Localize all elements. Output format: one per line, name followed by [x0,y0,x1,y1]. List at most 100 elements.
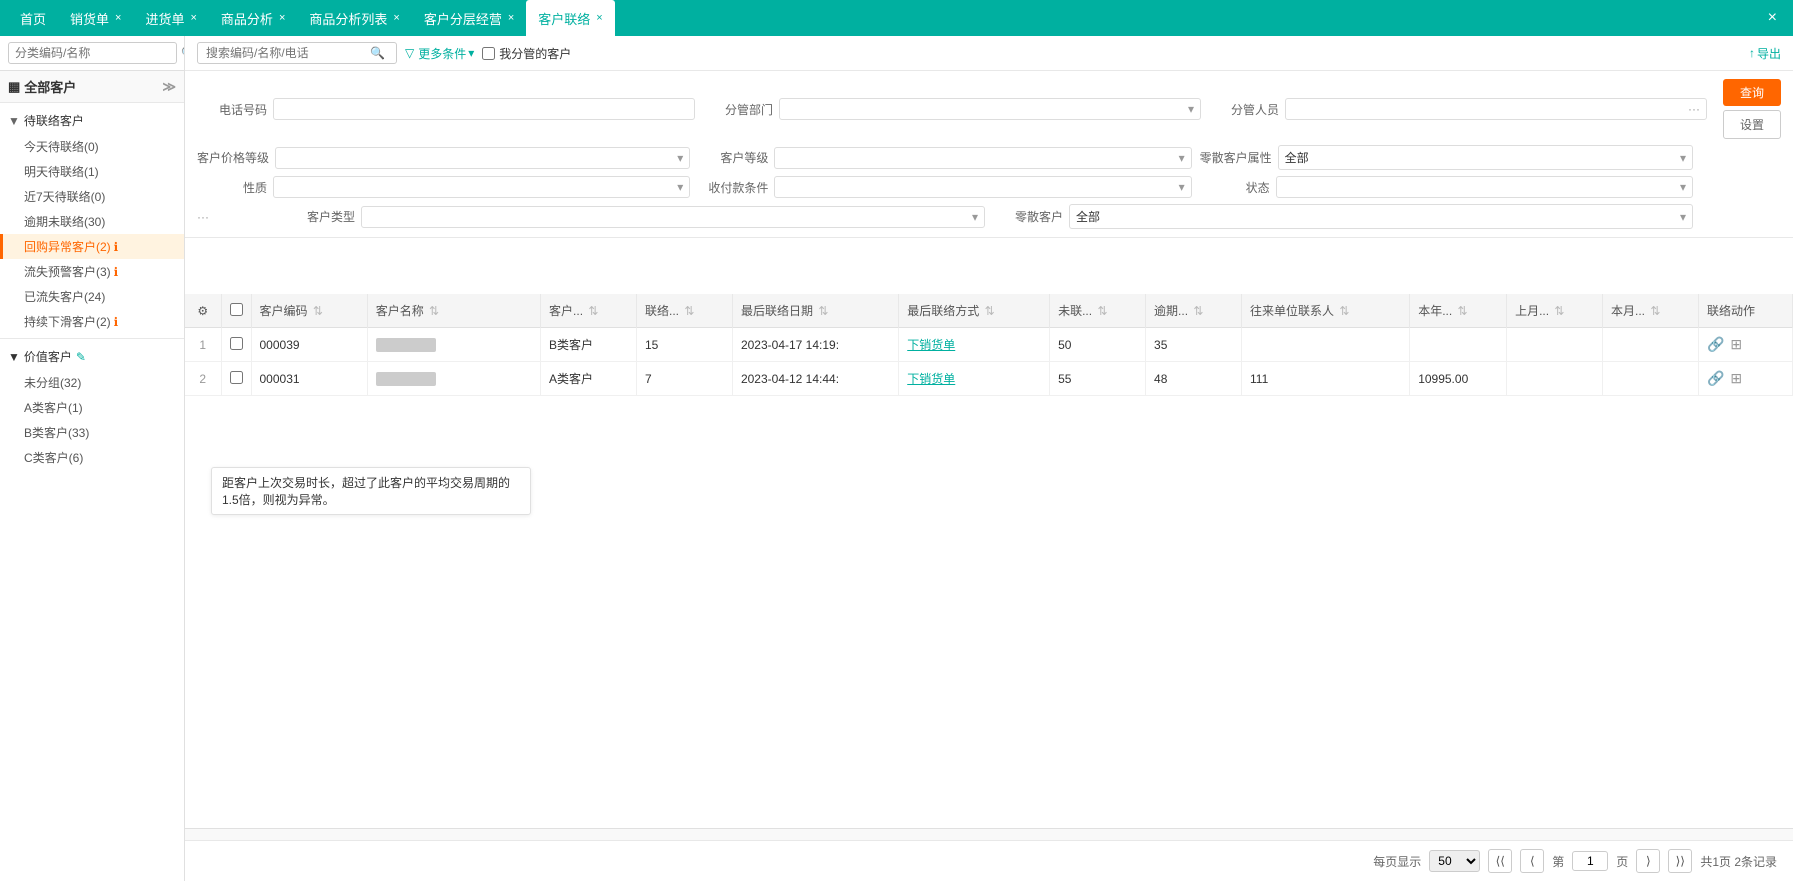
nav-close-analysis[interactable]: × [279,12,285,24]
filter-more-conditions[interactable]: ▽ 更多条件 ▾ [405,45,474,62]
cell-last-month-1 [1507,328,1603,362]
link-icon-1[interactable]: 🔗 [1707,336,1724,353]
sort-icon-last-month[interactable]: ⇅ [1554,304,1564,318]
sidebar-section-value-title[interactable]: ▼ 价值客户 ✎ [0,343,184,370]
per-page-select[interactable]: 50 100 200 [1429,850,1480,872]
sidebar-all-customers[interactable]: ▦ 全部客户 ≫ [0,71,184,103]
nature-select[interactable]: ▾ [273,176,690,198]
nav-home[interactable]: 首页 [8,0,58,36]
sidebar-item-tomorrow[interactable]: 明天待联络(1) [0,159,184,184]
sidebar-item-ungrouped[interactable]: 未分组(32) [0,370,184,395]
col-settings-header: ⚙ [185,294,221,328]
status-select[interactable]: ▾ [1276,176,1693,198]
customer-type-select[interactable]: ▾ [361,206,985,228]
nav-close-analysis-list[interactable]: × [393,12,399,24]
settings-icon[interactable]: ⚙ [197,304,208,318]
sidebar-item-declining[interactable]: 持续下滑客户(2) ℹ [0,309,184,334]
col-type-header: 客户... ⇅ [541,294,637,328]
cell-this-month-1 [1603,328,1699,362]
row-checkbox-2[interactable] [230,371,243,384]
sidebar-search-input[interactable] [8,42,177,64]
filter-price-level: 客户价格等级 ▾ [197,147,690,169]
info-icon[interactable]: ℹ [114,240,119,254]
caret-down-icon8: ▾ [972,210,978,224]
customer-level-select[interactable]: ▾ [774,147,1191,169]
link-icon-2[interactable]: 🔗 [1707,370,1724,387]
retail-customer-select[interactable]: 全部 ▾ [1069,204,1693,229]
sidebar-item-b-class[interactable]: B类客户(33) [0,420,184,445]
sidebar-item-today[interactable]: 今天待联络(0) [0,134,184,159]
sort-icon-this-month[interactable]: ⇅ [1650,304,1660,318]
sort-icon-this-year[interactable]: ⇅ [1458,304,1468,318]
window-close-button[interactable]: × [1760,9,1785,27]
grid-action-icon-1[interactable]: ⊞ [1730,336,1742,353]
next-page-button[interactable]: ⟩ [1636,849,1660,873]
nav-purchase[interactable]: 进货单 × [133,0,208,36]
funnel-icon: ▽ [405,46,414,60]
phone-input[interactable] [273,98,695,120]
nav-close-sales[interactable]: × [115,12,121,24]
sidebar-item-rebuy-anomaly[interactable]: 回购异常客户(2) ℹ [0,234,184,259]
sort-icon-name[interactable]: ⇅ [429,304,439,318]
nav-customer-contact[interactable]: 客户联络 × [526,0,614,36]
info-icon2[interactable]: ℹ [114,265,119,279]
payment-select[interactable]: ▾ [774,176,1191,198]
sort-icon-last-method[interactable]: ⇅ [985,304,995,318]
select-all-checkbox[interactable] [230,303,243,316]
sidebar-item-c-class[interactable]: C类客户(6) [0,445,184,470]
price-level-select[interactable]: ▾ [275,147,690,169]
filter-search-icon[interactable]: 🔍 [370,46,385,60]
prev-page-button[interactable]: ⟨ [1520,849,1544,873]
settings-button[interactable]: 设置 [1723,110,1781,139]
edit-icon[interactable]: ✎ [76,350,86,364]
sidebar-section-pending-title[interactable]: ▼ 待联络客户 [0,107,184,134]
info-icon3[interactable]: ℹ [114,315,119,329]
filter-retail-attr: 零散客户属性 全部 ▾ [1200,145,1693,170]
filter-ellipsis-field: ··· [197,210,277,224]
cell-last-date-2: 2023-04-12 14:44: [732,362,898,396]
sidebar-item-a-class[interactable]: A类客户(1) [0,395,184,420]
col-code-header: 客户编码 ⇅ [251,294,367,328]
query-button[interactable]: 查询 [1723,79,1781,106]
sort-icon-contact-person[interactable]: ⇅ [1339,304,1349,318]
nav-analysis-list[interactable]: 商品分析列表 × [297,0,411,36]
ellipsis-button[interactable]: ··· [197,210,209,224]
nav-customer-tier[interactable]: 客户分层经营 × [412,0,526,36]
person-select[interactable]: ··· [1285,98,1707,120]
retail-attr-select[interactable]: 全部 ▾ [1278,145,1693,170]
sidebar-item-week[interactable]: 近7天待联络(0) [0,184,184,209]
sidebar-item-overdue[interactable]: 逾期未联络(30) [0,209,184,234]
sort-icon-type[interactable]: ⇅ [588,304,598,318]
nav-sales[interactable]: 销货单 × [58,0,133,36]
nav-close-customer-contact[interactable]: × [596,12,602,24]
caret-down-icon: ▾ [1188,102,1194,116]
filter-search-input[interactable] [206,46,366,60]
action-icons-2: 🔗 ⊞ [1707,370,1784,387]
nav-close-purchase[interactable]: × [190,12,196,24]
last-page-button[interactable]: ⟩⟩ [1668,849,1692,873]
sidebar-divider [0,338,184,339]
col-contact-person-header: 往来单位联系人 ⇅ [1242,294,1410,328]
sort-icon-contact[interactable]: ⇅ [684,304,694,318]
dept-select[interactable]: ▾ [779,98,1201,120]
sidebar-item-churn-warning[interactable]: 流失预警客户(3) ℹ [0,259,184,284]
first-page-button[interactable]: ⟨⟨ [1488,849,1512,873]
filter-my-customers[interactable]: 我分管的客户 [482,45,571,62]
sidebar-item-churned[interactable]: 已流失客户(24) [0,284,184,309]
sort-icon-no-contact[interactable]: ⇅ [1097,304,1107,318]
sidebar-collapse-btn[interactable]: ≫ [162,79,176,95]
data-table: ⚙ 客户编码 ⇅ 客户名称 ⇅ [185,294,1793,396]
horizontal-scrollbar[interactable] [185,828,1793,840]
sort-icon-code[interactable]: ⇅ [313,304,323,318]
nav-analysis[interactable]: 商品分析 × [209,0,297,36]
nav-close-customer-tier[interactable]: × [508,12,514,24]
caret-down-icon9: ▾ [1680,210,1686,224]
grid-action-icon-2[interactable]: ⊞ [1730,370,1742,387]
export-button[interactable]: ↑ 导出 [1749,45,1781,62]
sort-icon-last-date[interactable]: ⇅ [818,304,828,318]
filter-row-2: 客户价格等级 ▾ 客户等级 ▾ 零散客户属性 全部 [197,145,1781,170]
my-customers-checkbox[interactable] [482,47,495,60]
row-checkbox-1[interactable] [230,337,243,350]
page-number-input[interactable] [1572,851,1608,871]
sort-icon-overdue[interactable]: ⇅ [1193,304,1203,318]
